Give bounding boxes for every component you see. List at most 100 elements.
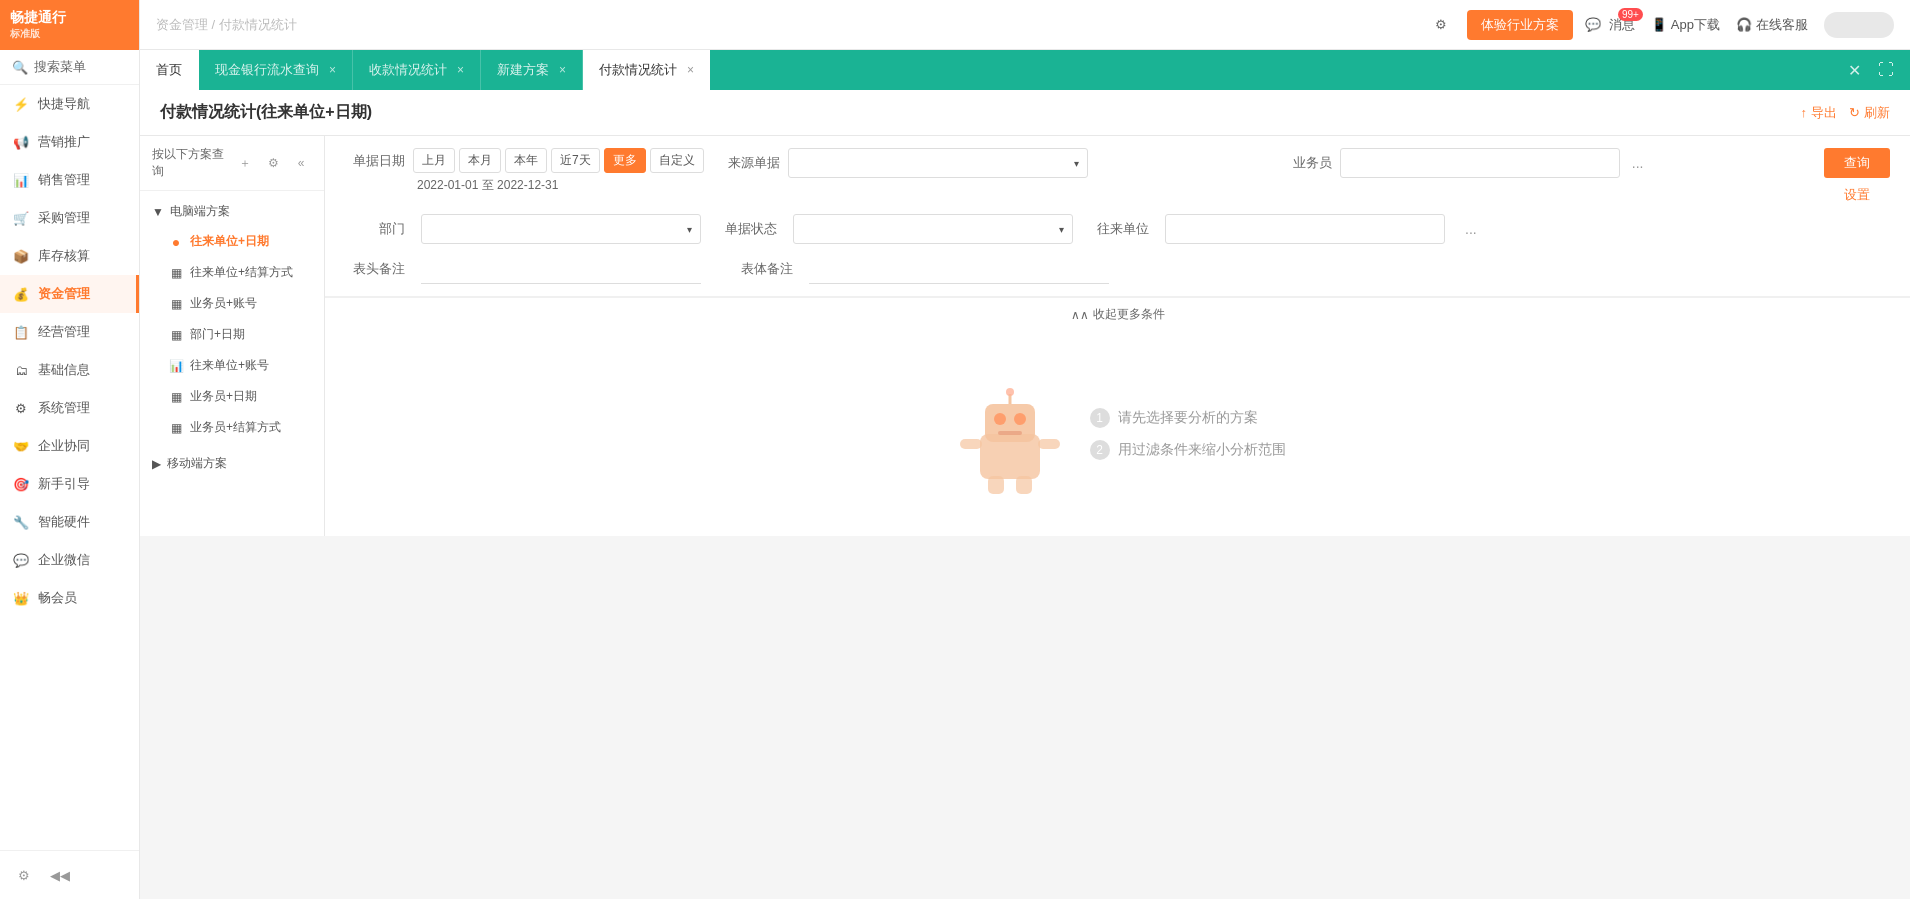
empty-num-2: 2 [1090, 440, 1110, 460]
tab-new-scheme-close[interactable]: × [559, 63, 566, 77]
tab-home-label: 首页 [156, 61, 182, 79]
sales-icon: 📊 [12, 171, 30, 189]
sidebar-settings-btn[interactable]: ⚙ [10, 861, 38, 889]
tab-payment-stats-close[interactable]: × [687, 63, 694, 77]
sidebar-item-operations[interactable]: 📋 经营管理 [0, 313, 139, 351]
partner-more-btn[interactable]: ... [1465, 221, 1477, 237]
source-select[interactable]: ▾ [788, 148, 1088, 178]
date-btn-last-month[interactable]: 上月 [413, 148, 455, 173]
member-icon: 👑 [12, 589, 30, 607]
collapse-icon: ∧∧ [1071, 308, 1089, 322]
date-btn-7days[interactable]: 近7天 [551, 148, 600, 173]
search-menu-label: 搜索菜单 [34, 58, 86, 76]
app-download-btn[interactable]: 📱 App下载 [1651, 16, 1720, 34]
desktop-section-label: 电脑端方案 [170, 203, 230, 220]
scheme-dept-date-icon: ▦ [168, 327, 184, 343]
query-btn[interactable]: 查询 [1824, 148, 1890, 178]
sidebar-item-system[interactable]: ⚙ 系统管理 [0, 389, 139, 427]
tab-payment-stats-label: 付款情况统计 [599, 61, 677, 79]
online-service-btn[interactable]: 🎧 在线客服 [1736, 16, 1808, 34]
scheme-unit-date[interactable]: ● 往来单位+日期 [140, 226, 324, 257]
scheme-sales-account[interactable]: ▦ 业务员+账号 [140, 288, 324, 319]
refresh-icon: ↻ [1849, 105, 1860, 120]
body-note-input[interactable] [809, 254, 1109, 284]
tab-home[interactable]: 首页 [140, 50, 199, 90]
add-scheme-btn[interactable]: ＋ [234, 152, 256, 174]
date-btn-custom[interactable]: 自定义 [650, 148, 704, 173]
sidebar-item-basic-info[interactable]: 🗂 基础信息 [0, 351, 139, 389]
tab-expand-btn[interactable]: ⛶ [1874, 58, 1898, 82]
sidebar-collapse-btn[interactable]: ◀◀ [46, 861, 74, 889]
export-btn[interactable]: ↑ 导出 [1801, 104, 1838, 122]
scheme-settings-btn[interactable]: ⚙ [262, 152, 284, 174]
desktop-section-toggle[interactable]: ▼ 电脑端方案 [140, 197, 324, 226]
scheme-dept-date[interactable]: ▦ 部门+日期 [140, 319, 324, 350]
settings-icon-btn[interactable]: ⚙ [1427, 11, 1455, 39]
notification-badge: 99+ [1618, 8, 1643, 21]
dept-select[interactable]: ▾ [421, 214, 701, 244]
app-download-label: App下载 [1671, 16, 1720, 34]
scheme-unit-account[interactable]: 📊 往来单位+账号 [140, 350, 324, 381]
trial-btn[interactable]: 体验行业方案 [1467, 10, 1573, 40]
scheme-unit-date-label: 往来单位+日期 [190, 233, 269, 250]
sidebar-item-quick-nav[interactable]: ⚡ 快捷导航 [0, 85, 139, 123]
header-note-label: 表头备注 [345, 260, 405, 278]
refresh-btn[interactable]: ↻ 刷新 [1849, 104, 1890, 122]
tab-payment-stats[interactable]: 付款情况统计 × [583, 50, 710, 90]
date-btn-this-year[interactable]: 本年 [505, 148, 547, 173]
tab-collection-close[interactable]: × [457, 63, 464, 77]
header-note-input[interactable] [421, 254, 701, 284]
date-btn-this-month[interactable]: 本月 [459, 148, 501, 173]
sidebar-item-label: 资金管理 [38, 285, 90, 303]
mobile-section-toggle[interactable]: ▶ 移动端方案 [140, 449, 324, 478]
basic-info-icon: 🗂 [12, 361, 30, 379]
sidebar-item-label: 销售管理 [38, 171, 90, 189]
sidebar-item-marketing[interactable]: 📢 营销推广 [0, 123, 139, 161]
search-icon: 🔍 [12, 60, 28, 75]
quick-nav-icon: ⚡ [12, 95, 30, 113]
scheme-sales-account-icon: ▦ [168, 296, 184, 312]
tab-close-all-btn[interactable]: ✕ [1842, 58, 1866, 82]
sidebar-item-guide[interactable]: 🎯 新手引导 [0, 465, 139, 503]
left-panel: 按以下方案查询 ＋ ⚙ « ▼ 电脑端方案 ● 往来单位+日期 ▦ [140, 136, 325, 536]
sidebar-item-member[interactable]: 👑 畅会员 [0, 579, 139, 617]
hardware-icon: 🔧 [12, 513, 30, 531]
sidebar-item-weixin[interactable]: 💬 企业微信 [0, 541, 139, 579]
salesperson-select[interactable] [1340, 148, 1620, 178]
date-label: 单据日期 [345, 152, 405, 170]
tab-bank-flow[interactable]: 现金银行流水查询 × [199, 50, 353, 90]
panel-collapse-btn[interactable]: « [290, 152, 312, 174]
sidebar-logo: 畅捷通行 标准版 [0, 0, 139, 50]
salesperson-more-btn[interactable]: ... [1632, 155, 1644, 171]
notification-btn[interactable]: 💬 消息 99+ [1585, 16, 1635, 34]
main-area: 资金管理 / 付款情况统计 ⚙ 体验行业方案 💬 消息 99+ 📱 App下载 … [140, 0, 1910, 899]
scheme-unit-settle[interactable]: ▦ 往来单位+结算方式 [140, 257, 324, 288]
scheme-sales-settle[interactable]: ▦ 业务员+结算方式 [140, 412, 324, 443]
tab-collection[interactable]: 收款情况统计 × [353, 50, 481, 90]
partner-select[interactable] [1165, 214, 1445, 244]
sidebar-item-sales[interactable]: 📊 销售管理 [0, 161, 139, 199]
sidebar-bottom: ⚙ ◀◀ [0, 850, 139, 899]
empty-hint-2: 2 用过滤条件来缩小分析范围 [1090, 440, 1286, 460]
app-icon: 📱 [1651, 17, 1667, 32]
search-menu-item[interactable]: 🔍 搜索菜单 [0, 50, 139, 85]
sidebar-item-finance[interactable]: 💰 资金管理 [0, 275, 139, 313]
page-title: 付款情况统计(往来单位+日期) [160, 102, 372, 123]
date-btn-more[interactable]: 更多 [604, 148, 646, 173]
sidebar-item-inventory[interactable]: 📦 库存核算 [0, 237, 139, 275]
sidebar-item-hardware[interactable]: 🔧 智能硬件 [0, 503, 139, 541]
logo-sub: 标准版 [10, 27, 66, 41]
scheme-sales-date[interactable]: ▦ 业务员+日期 [140, 381, 324, 412]
sidebar-item-purchase[interactable]: 🛒 采购管理 [0, 199, 139, 237]
tab-new-scheme[interactable]: 新建方案 × [481, 50, 583, 90]
sidebar-item-label: 营销推广 [38, 133, 90, 151]
doc-status-select[interactable]: ▾ [793, 214, 1073, 244]
user-avatar[interactable] [1824, 12, 1894, 38]
tab-new-scheme-label: 新建方案 [497, 61, 549, 79]
tab-bank-flow-close[interactable]: × [329, 63, 336, 77]
settings-link-btn[interactable]: 设置 [1844, 186, 1870, 204]
sidebar-item-label: 采购管理 [38, 209, 90, 227]
sidebar-item-enterprise[interactable]: 🤝 企业协同 [0, 427, 139, 465]
logo-text: 畅捷通行 [10, 9, 66, 25]
collapse-bar[interactable]: ∧∧ 收起更多条件 [325, 297, 1910, 331]
